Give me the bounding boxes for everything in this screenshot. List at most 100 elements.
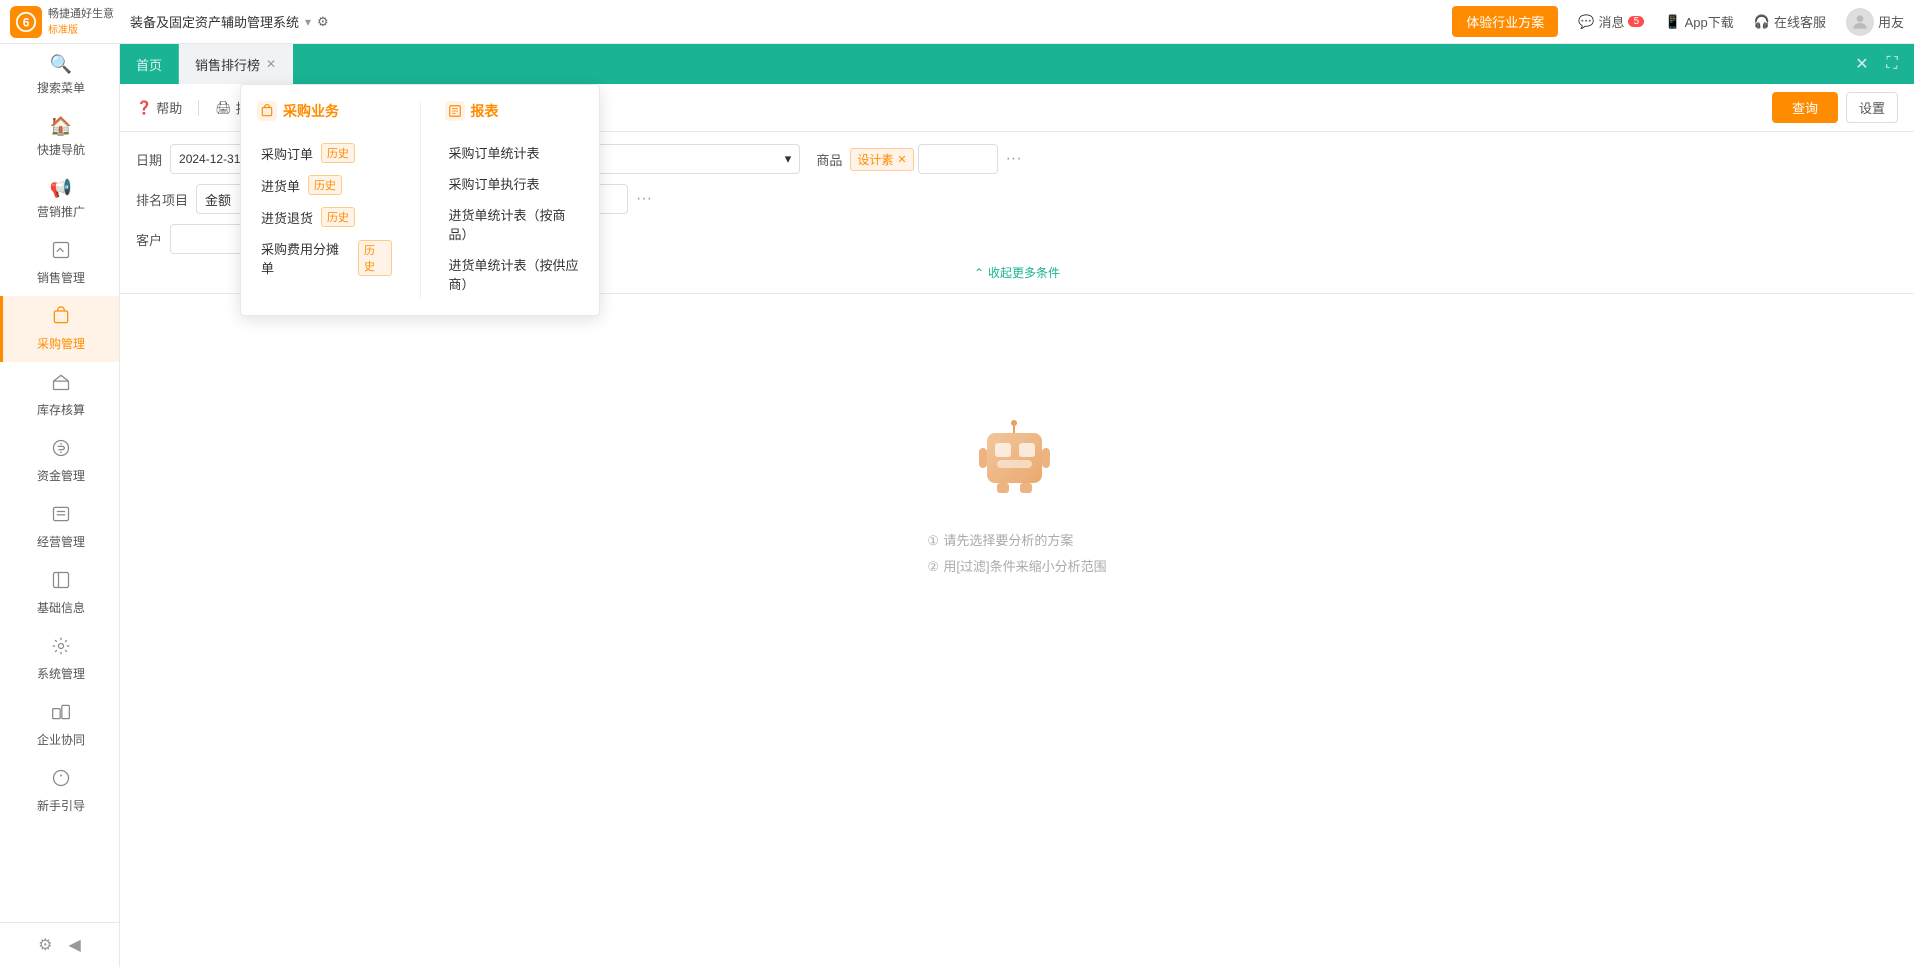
operations-icon <box>51 504 71 529</box>
online-service-btn[interactable]: 🎧 在线客服 <box>1754 12 1826 31</box>
empty-state: ① 请先选择要分析的方案 ② 用[过滤]条件来缩小分析范围 <box>120 294 1914 694</box>
report-section-icon <box>445 101 465 121</box>
goods-label: 商品 <box>816 150 842 169</box>
guide-icon <box>51 768 71 793</box>
customer-label: 客户 <box>136 230 162 249</box>
search-icon: 🔍 <box>50 54 72 75</box>
dropdown-item-report-receipt-goods[interactable]: 进货单统计表（按商品） <box>445 199 584 249</box>
history-badge: 历史 <box>321 207 355 227</box>
print-icon: 🖨 <box>215 100 232 116</box>
settings-bottom-btn[interactable]: ⚙ <box>34 931 56 959</box>
tab-home-label: 首页 <box>136 55 162 74</box>
history-badge: 历史 <box>358 240 392 276</box>
query-btn[interactable]: 查询 <box>1772 92 1838 123</box>
tab-home[interactable]: 首页 <box>120 44 179 84</box>
sidebar-item-operations[interactable]: 经营管理 <box>0 494 119 560</box>
goods-tag-close[interactable]: ✕ <box>897 153 906 166</box>
tab-bar: 首页 销售排行榜 ✕ ✕ ⛶ <box>120 44 1914 84</box>
content-area: 首页 销售排行榜 ✕ ✕ ⛶ ❓ 帮助 🖨 <box>120 44 1914 967</box>
logo-text: 畅捷通好生意 <box>48 7 114 21</box>
sidebar-item-enterprise[interactable]: 企业协同 <box>0 692 119 758</box>
help-btn[interactable]: ❓ 帮助 <box>136 98 182 117</box>
tab-actions: ✕ ⛶ <box>1848 50 1914 78</box>
sidebar-item-label: 库存核算 <box>37 401 85 418</box>
sidebar-item-basic-info[interactable]: 基础信息 <box>0 560 119 626</box>
logo-icon: 6 <box>10 6 42 38</box>
tab-sales-rank[interactable]: 销售排行榜 ✕ <box>179 44 293 84</box>
tab-close-btn[interactable]: ✕ <box>266 57 276 71</box>
sidebar-item-finance[interactable]: 资金管理 <box>0 428 119 494</box>
tab-close-all-btn[interactable]: ✕ <box>1848 50 1876 78</box>
purchase-icon <box>51 306 71 331</box>
message-btn[interactable]: 💬 消息 5 <box>1578 12 1644 31</box>
sidebar-item-label: 系统管理 <box>37 665 85 682</box>
top-header: 6 畅捷通好生意 标准版 装备及固定资产辅助管理系统 ▾ ⚙ 体验行业方案 💬 … <box>0 0 1914 44</box>
logo-area: 6 畅捷通好生意 标准版 <box>10 6 130 38</box>
marketing-icon: 📢 <box>50 178 72 199</box>
salesman-more-btn[interactable]: ··· <box>636 190 652 208</box>
sidebar-item-label: 营销推广 <box>37 203 85 220</box>
header-right: 💬 消息 5 📱 App下载 🎧 在线客服 用友 <box>1578 8 1904 36</box>
goods-input[interactable] <box>918 144 998 174</box>
dropdown-item-purchase-expense[interactable]: 采购费用分摊单 历史 <box>257 233 396 283</box>
collapse-sidebar-btn[interactable]: ◀ <box>65 931 85 959</box>
user-btn[interactable]: 用友 <box>1846 8 1904 36</box>
sidebar-item-system[interactable]: 系统管理 <box>0 626 119 692</box>
status-select[interactable]: ▾ <box>580 144 800 174</box>
message-badge: 5 <box>1628 16 1644 27</box>
avatar <box>1846 8 1874 36</box>
system-icon <box>51 636 71 661</box>
headset-icon: 🎧 <box>1754 14 1770 30</box>
settings-icon[interactable]: ⚙ <box>317 14 329 30</box>
filter-goods: 商品 设计素 ✕ ··· <box>816 144 1021 174</box>
app-download-btn[interactable]: 📱 App下载 <box>1664 12 1733 31</box>
dropdown-item-report-order-exec[interactable]: 采购订单执行表 <box>445 168 584 199</box>
dropdown-item-purchase-order[interactable]: 采购订单 历史 <box>257 137 396 169</box>
main-layout: 🔍 搜索菜单 🏠 快捷导航 📢 营销推广 销售管理 采购管理 <box>0 44 1914 967</box>
settings-small-btn[interactable]: 设置 <box>1846 92 1898 123</box>
finance-icon <box>51 438 71 463</box>
sidebar-item-guide[interactable]: 新手引导 <box>0 758 119 824</box>
column-divider <box>420 101 421 299</box>
industry-btn[interactable]: 体验行业方案 <box>1452 6 1558 37</box>
tab-sales-rank-label: 销售排行榜 <box>195 55 260 74</box>
sidebar-item-sales[interactable]: 销售管理 <box>0 230 119 296</box>
sidebar-item-inventory[interactable]: 库存核算 <box>0 362 119 428</box>
sidebar-item-search[interactable]: 🔍 搜索菜单 <box>0 44 119 106</box>
sidebar-item-label: 基础信息 <box>37 599 85 616</box>
collapse-btn[interactable]: ⌃ 收起更多条件 <box>974 264 1060 281</box>
basic-info-icon <box>51 570 71 595</box>
goods-input-area: 设计素 ✕ <box>850 144 997 174</box>
purchase-section-icon <box>257 101 277 121</box>
empty-icon-area <box>967 408 1067 508</box>
dropdown-item-report-receipt-supplier[interactable]: 进货单统计表（按供应商） <box>445 249 584 299</box>
dropdown-item-report-order-stat[interactable]: 采购订单统计表 <box>445 137 584 168</box>
sidebar-item-label: 新手引导 <box>37 797 85 814</box>
empty-robot-svg <box>967 408 1067 508</box>
home-icon: 🏠 <box>50 116 72 137</box>
sidebar-item-purchase[interactable]: 采购管理 <box>0 296 119 362</box>
dropdown-item-purchase-return[interactable]: 进货退货 历史 <box>257 201 396 233</box>
empty-hints: ① 请先选择要分析的方案 ② 用[过滤]条件来缩小分析范围 <box>927 528 1106 580</box>
inventory-icon <box>51 372 71 397</box>
dropdown-arrow-icon[interactable]: ▾ <box>305 15 311 29</box>
rank-label: 排名项目 <box>136 190 188 209</box>
sidebar-item-label: 快捷导航 <box>37 141 85 158</box>
goods-more-btn[interactable]: ··· <box>1006 150 1022 168</box>
sales-icon <box>51 240 71 265</box>
status-dropdown-icon: ▾ <box>785 151 792 167</box>
sidebar-item-label: 资金管理 <box>37 467 85 484</box>
tab-maximize-btn[interactable]: ⛶ <box>1878 50 1906 78</box>
dropdown-item-purchase-receipt[interactable]: 进货单 历史 <box>257 169 396 201</box>
sep1 <box>198 100 199 116</box>
help-icon: ❓ <box>136 100 152 116</box>
dropdown-menu: 采购业务 采购订单 历史 进货单 历史 进货退货 历史 采购费用分摊单 历史 <box>240 84 600 316</box>
purchase-section-title: 采购业务 <box>257 101 396 127</box>
enterprise-icon <box>51 702 71 727</box>
goods-tag[interactable]: 设计素 ✕ <box>850 148 913 171</box>
sidebar-item-marketing[interactable]: 📢 营销推广 <box>0 168 119 230</box>
logo-badge: 标准版 <box>48 21 114 36</box>
report-column: 报表 采购订单统计表 采购订单执行表 进货单统计表（按商品） 进货单统计表（按供… <box>445 101 584 299</box>
sidebar-item-quick-nav[interactable]: 🏠 快捷导航 <box>0 106 119 168</box>
history-badge: 历史 <box>308 175 342 195</box>
